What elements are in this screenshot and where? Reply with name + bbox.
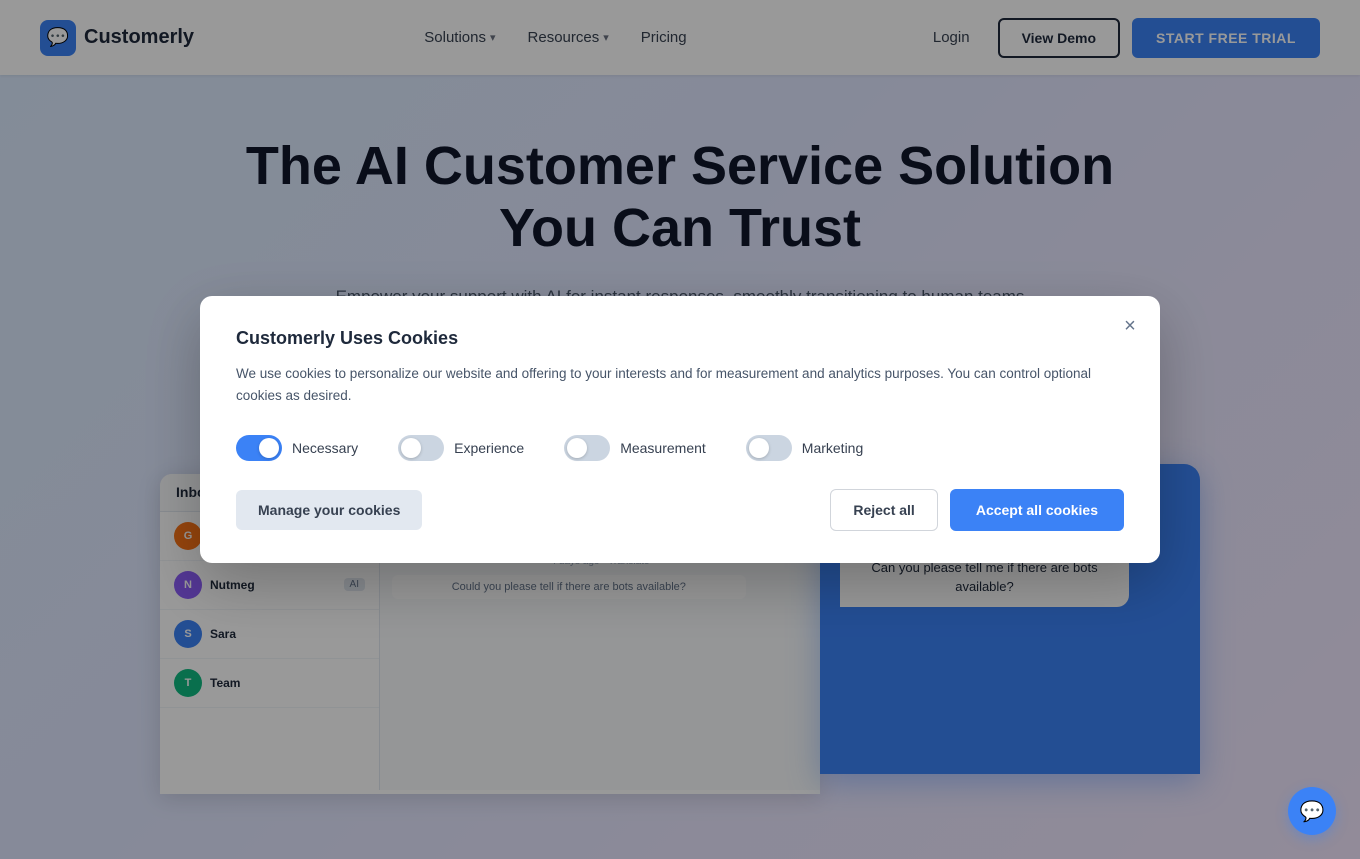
measurement-label: Measurement: [620, 440, 706, 456]
toggle-knob: [749, 438, 769, 458]
marketing-toggle[interactable]: [746, 435, 792, 461]
necessary-toggle[interactable]: [236, 435, 282, 461]
manage-cookies-button[interactable]: Manage your cookies: [236, 490, 422, 530]
marketing-label: Marketing: [802, 440, 863, 456]
cookie-description: We use cookies to personalize our websit…: [236, 363, 1124, 406]
modal-overlay[interactable]: × Customerly Uses Cookies We use cookies…: [0, 0, 1360, 859]
cookie-toggles: Necessary Experience Measurement Marketi…: [236, 435, 1124, 461]
toggle-knob: [567, 438, 587, 458]
chat-widget[interactable]: 💬: [1288, 787, 1336, 835]
experience-label: Experience: [454, 440, 524, 456]
cookie-modal: × Customerly Uses Cookies We use cookies…: [200, 296, 1160, 562]
experience-toggle[interactable]: [398, 435, 444, 461]
toggle-knob: [401, 438, 421, 458]
toggle-necessary: Necessary: [236, 435, 358, 461]
cookie-actions: Manage your cookies Reject all Accept al…: [236, 489, 1124, 531]
accept-all-button[interactable]: Accept all cookies: [950, 489, 1124, 531]
cookie-close-button[interactable]: ×: [1116, 312, 1144, 340]
toggle-marketing: Marketing: [746, 435, 863, 461]
necessary-label: Necessary: [292, 440, 358, 456]
cookie-title: Customerly Uses Cookies: [236, 328, 1124, 349]
toggle-measurement: Measurement: [564, 435, 706, 461]
toggle-knob: [259, 438, 279, 458]
toggle-experience: Experience: [398, 435, 524, 461]
cookie-right-actions: Reject all Accept all cookies: [830, 489, 1124, 531]
reject-all-button[interactable]: Reject all: [830, 489, 937, 531]
measurement-toggle[interactable]: [564, 435, 610, 461]
chat-widget-icon: 💬: [1300, 799, 1325, 824]
